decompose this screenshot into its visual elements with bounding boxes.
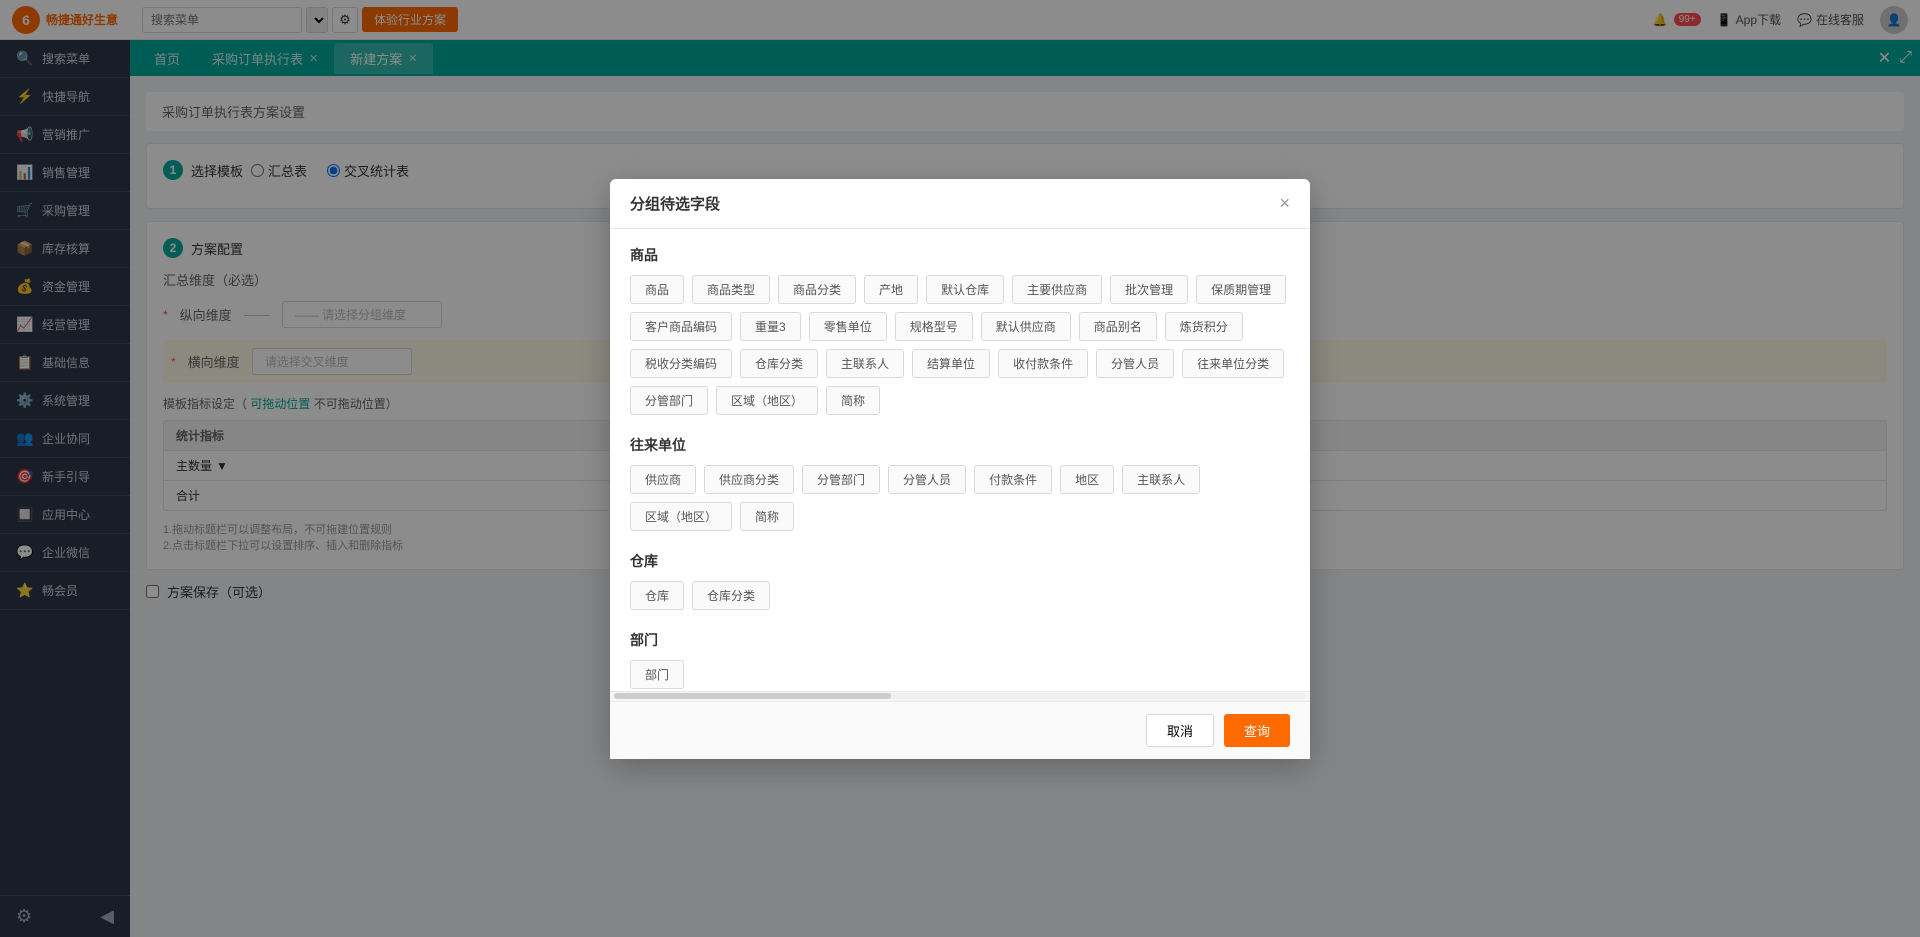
modal-close-btn[interactable]: × <box>1279 193 1290 214</box>
modal-title: 分组待选字段 <box>630 193 720 214</box>
tag-region[interactable]: 区域（地区） <box>716 386 818 415</box>
tag-main-contact[interactable]: 主联系人 <box>826 349 904 378</box>
tag-department[interactable]: 部门 <box>630 660 684 689</box>
tag-warehouse-category[interactable]: 仓库分类 <box>740 349 818 378</box>
field-group-dept-title: 部门 <box>630 630 1290 650</box>
tag-partner-category[interactable]: 往来单位分类 <box>1182 349 1284 378</box>
tag-customer-code[interactable]: 客户商品编码 <box>630 312 732 341</box>
modal-dialog: 分组待选字段 × 商品 商品 商品类型 商品分类 产地 默认仓库 主要供应商 批… <box>610 179 1310 759</box>
tag-partner-area[interactable]: 地区 <box>1060 465 1114 494</box>
modal-header: 分组待选字段 × <box>610 179 1310 229</box>
tag-supplier[interactable]: 供应商 <box>630 465 696 494</box>
field-group-warehouse: 仓库 仓库 仓库分类 <box>630 551 1290 610</box>
tag-shelf-life[interactable]: 保质期管理 <box>1196 275 1286 304</box>
field-group-goods-title: 商品 <box>630 245 1290 265</box>
field-group-warehouse-title: 仓库 <box>630 551 1290 571</box>
tag-partner-short[interactable]: 简称 <box>740 502 794 531</box>
field-tags-goods: 商品 商品类型 商品分类 产地 默认仓库 主要供应商 批次管理 保质期管理 客户… <box>630 275 1290 415</box>
tag-short-name[interactable]: 简称 <box>826 386 880 415</box>
tag-dept[interactable]: 分管部门 <box>630 386 708 415</box>
tag-partner-payment[interactable]: 付款条件 <box>974 465 1052 494</box>
cancel-button[interactable]: 取消 <box>1146 714 1214 747</box>
field-group-goods: 商品 商品 商品类型 商品分类 产地 默认仓库 主要供应商 批次管理 保质期管理… <box>630 245 1290 415</box>
tag-goods-category[interactable]: 商品分类 <box>778 275 856 304</box>
tag-weight[interactable]: 重量3 <box>740 312 801 341</box>
modal-scrollbar-area <box>610 691 1310 700</box>
confirm-button[interactable]: 查询 <box>1224 714 1290 747</box>
tag-default-warehouse[interactable]: 默认仓库 <box>926 275 1004 304</box>
tag-tax-code[interactable]: 税收分类编码 <box>630 349 732 378</box>
tag-origin[interactable]: 产地 <box>864 275 918 304</box>
tag-partner-supervisor[interactable]: 分管人员 <box>888 465 966 494</box>
modal-body: 商品 商品 商品类型 商品分类 产地 默认仓库 主要供应商 批次管理 保质期管理… <box>610 229 1310 692</box>
tag-batch-mgmt[interactable]: 批次管理 <box>1110 275 1188 304</box>
tag-warehouse-cat[interactable]: 仓库分类 <box>692 581 770 610</box>
tag-spec-model[interactable]: 规格型号 <box>895 312 973 341</box>
tag-goods-type[interactable]: 商品类型 <box>692 275 770 304</box>
tag-goods-alias[interactable]: 商品别名 <box>1079 312 1157 341</box>
tag-retail-unit[interactable]: 零售单位 <box>809 312 887 341</box>
field-tags-partner: 供应商 供应商分类 分管部门 分管人员 付款条件 地区 主联系人 区域（地区） … <box>630 465 1290 531</box>
tag-goods[interactable]: 商品 <box>630 275 684 304</box>
tag-partner-region[interactable]: 区域（地区） <box>630 502 732 531</box>
tag-main-supplier[interactable]: 主要供应商 <box>1012 275 1102 304</box>
tag-settlement-unit[interactable]: 结算单位 <box>912 349 990 378</box>
field-group-partner-title: 往来单位 <box>630 435 1290 455</box>
tag-partner-dept[interactable]: 分管部门 <box>802 465 880 494</box>
field-tags-warehouse: 仓库 仓库分类 <box>630 581 1290 610</box>
tag-payment-terms[interactable]: 收付款条件 <box>998 349 1088 378</box>
scrollbar-track[interactable] <box>614 693 1306 699</box>
field-group-partner: 往来单位 供应商 供应商分类 分管部门 分管人员 付款条件 地区 主联系人 区域… <box>630 435 1290 531</box>
tag-default-supplier[interactable]: 默认供应商 <box>981 312 1071 341</box>
tag-warehouse[interactable]: 仓库 <box>630 581 684 610</box>
modal-overlay: 分组待选字段 × 商品 商品 商品类型 商品分类 产地 默认仓库 主要供应商 批… <box>0 0 1920 937</box>
field-tags-dept: 部门 <box>630 660 1290 689</box>
scrollbar-thumb[interactable] <box>614 693 891 699</box>
modal-footer: 取消 查询 <box>610 701 1310 759</box>
field-group-dept: 部门 部门 <box>630 630 1290 689</box>
tag-refine-points[interactable]: 炼货积分 <box>1165 312 1243 341</box>
tag-supervisor[interactable]: 分管人员 <box>1096 349 1174 378</box>
tag-supplier-category[interactable]: 供应商分类 <box>704 465 794 494</box>
tag-partner-contact[interactable]: 主联系人 <box>1122 465 1200 494</box>
